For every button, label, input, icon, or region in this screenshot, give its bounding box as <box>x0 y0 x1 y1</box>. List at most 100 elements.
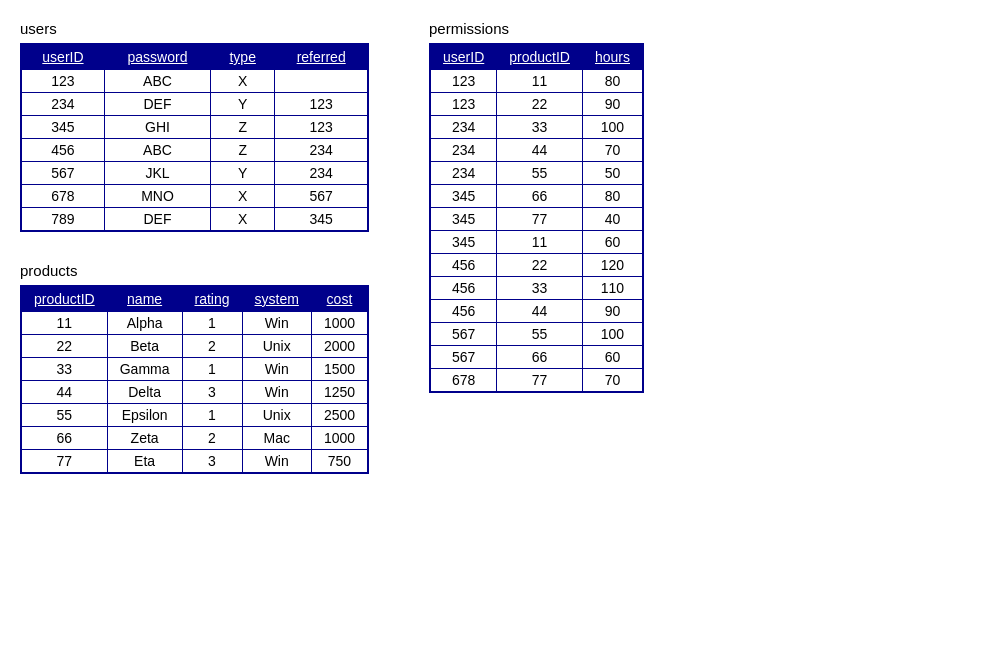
table-cell: 234 <box>430 116 497 139</box>
table-cell: 2000 <box>311 335 368 358</box>
users-section: users userIDpasswordtypereferred 123ABCX… <box>20 20 369 232</box>
permissions-table: userIDproductIDhours 1231180123229023433… <box>429 43 644 393</box>
table-cell: 750 <box>311 450 368 474</box>
table-row: 2344470 <box>430 139 643 162</box>
table-cell: 66 <box>497 346 583 369</box>
table-cell: 234 <box>430 162 497 185</box>
table-cell: 90 <box>582 300 643 323</box>
table-cell: 567 <box>430 346 497 369</box>
table-row: 44Delta3Win1250 <box>21 381 368 404</box>
table-row: 45633110 <box>430 277 643 300</box>
products-header-row: productIDnameratingsystemcost <box>21 286 368 312</box>
table-cell: Epsilon <box>107 404 182 427</box>
table-cell: 345 <box>430 231 497 254</box>
table-cell: 3 <box>182 450 242 474</box>
table-row: 789DEFX345 <box>21 208 368 232</box>
table-cell: 567 <box>21 162 104 185</box>
table-cell: Eta <box>107 450 182 474</box>
table-row: 345GHIZ123 <box>21 116 368 139</box>
table-cell: Delta <box>107 381 182 404</box>
products-title: products <box>20 262 369 279</box>
table-cell: 77 <box>497 208 583 231</box>
users-header-row: userIDpasswordtypereferred <box>21 44 368 70</box>
table-cell: 234 <box>275 139 368 162</box>
permissions-title: permissions <box>429 20 644 37</box>
table-cell: 110 <box>582 277 643 300</box>
table-row: 56755100 <box>430 323 643 346</box>
table-cell: ABC <box>104 70 210 93</box>
table-cell: 11 <box>21 312 107 335</box>
table-cell: DEF <box>104 208 210 232</box>
table-cell <box>275 70 368 93</box>
table-cell: Beta <box>107 335 182 358</box>
products-table: productIDnameratingsystemcost 11Alpha1Wi… <box>20 285 369 474</box>
table-cell: 567 <box>275 185 368 208</box>
table-row: 5676660 <box>430 346 643 369</box>
table-cell: Mac <box>242 427 311 450</box>
column-header-productid: productID <box>21 286 107 312</box>
table-cell: 33 <box>497 277 583 300</box>
column-header-name: name <box>107 286 182 312</box>
table-cell: 456 <box>21 139 104 162</box>
table-cell: 44 <box>21 381 107 404</box>
table-cell: 678 <box>21 185 104 208</box>
table-cell: 1500 <box>311 358 368 381</box>
table-cell: 456 <box>430 254 497 277</box>
table-cell: 123 <box>430 93 497 116</box>
column-header-rating: rating <box>182 286 242 312</box>
table-cell: 33 <box>497 116 583 139</box>
table-cell: Zeta <box>107 427 182 450</box>
table-cell: Unix <box>242 404 311 427</box>
table-cell: Win <box>242 381 311 404</box>
table-cell: 234 <box>275 162 368 185</box>
table-row: 123ABCX <box>21 70 368 93</box>
table-cell: Gamma <box>107 358 182 381</box>
table-cell: 77 <box>21 450 107 474</box>
table-row: 1231180 <box>430 70 643 93</box>
table-row: 77Eta3Win750 <box>21 450 368 474</box>
table-cell: 1250 <box>311 381 368 404</box>
table-cell: 678 <box>430 369 497 393</box>
column-header-userid: userID <box>430 44 497 70</box>
users-body: 123ABCX234DEFY123345GHIZ123456ABCZ234567… <box>21 70 368 232</box>
table-row: 45622120 <box>430 254 643 277</box>
table-row: 33Gamma1Win1500 <box>21 358 368 381</box>
column-header-system: system <box>242 286 311 312</box>
table-cell: DEF <box>104 93 210 116</box>
table-cell: 234 <box>21 93 104 116</box>
table-cell: 1000 <box>311 312 368 335</box>
table-cell: Alpha <box>107 312 182 335</box>
table-cell: 44 <box>497 300 583 323</box>
table-cell: 3 <box>182 381 242 404</box>
table-cell: JKL <box>104 162 210 185</box>
table-cell: 22 <box>21 335 107 358</box>
column-header-userid: userID <box>21 44 104 70</box>
table-row: 22Beta2Unix2000 <box>21 335 368 358</box>
table-cell: 55 <box>497 323 583 346</box>
table-cell: MNO <box>104 185 210 208</box>
table-cell: 345 <box>275 208 368 232</box>
table-cell: 22 <box>497 254 583 277</box>
table-cell: 70 <box>582 369 643 393</box>
table-cell: 2 <box>182 335 242 358</box>
table-row: 1232290 <box>430 93 643 116</box>
table-row: 6787770 <box>430 369 643 393</box>
table-cell: Y <box>211 162 275 185</box>
table-cell: 22 <box>497 93 583 116</box>
table-cell: 100 <box>582 323 643 346</box>
table-cell: 55 <box>497 162 583 185</box>
column-header-hours: hours <box>582 44 643 70</box>
table-cell: 789 <box>21 208 104 232</box>
table-cell: Win <box>242 358 311 381</box>
table-cell: 123 <box>275 93 368 116</box>
products-body: 11Alpha1Win100022Beta2Unix200033Gamma1Wi… <box>21 312 368 474</box>
table-row: 678MNOX567 <box>21 185 368 208</box>
table-row: 66Zeta2Mac1000 <box>21 427 368 450</box>
column-header-productid: productID <box>497 44 583 70</box>
table-cell: 1 <box>182 358 242 381</box>
table-cell: 33 <box>21 358 107 381</box>
column-header-type: type <box>211 44 275 70</box>
table-cell: 60 <box>582 231 643 254</box>
table-cell: 50 <box>582 162 643 185</box>
table-cell: Win <box>242 450 311 474</box>
